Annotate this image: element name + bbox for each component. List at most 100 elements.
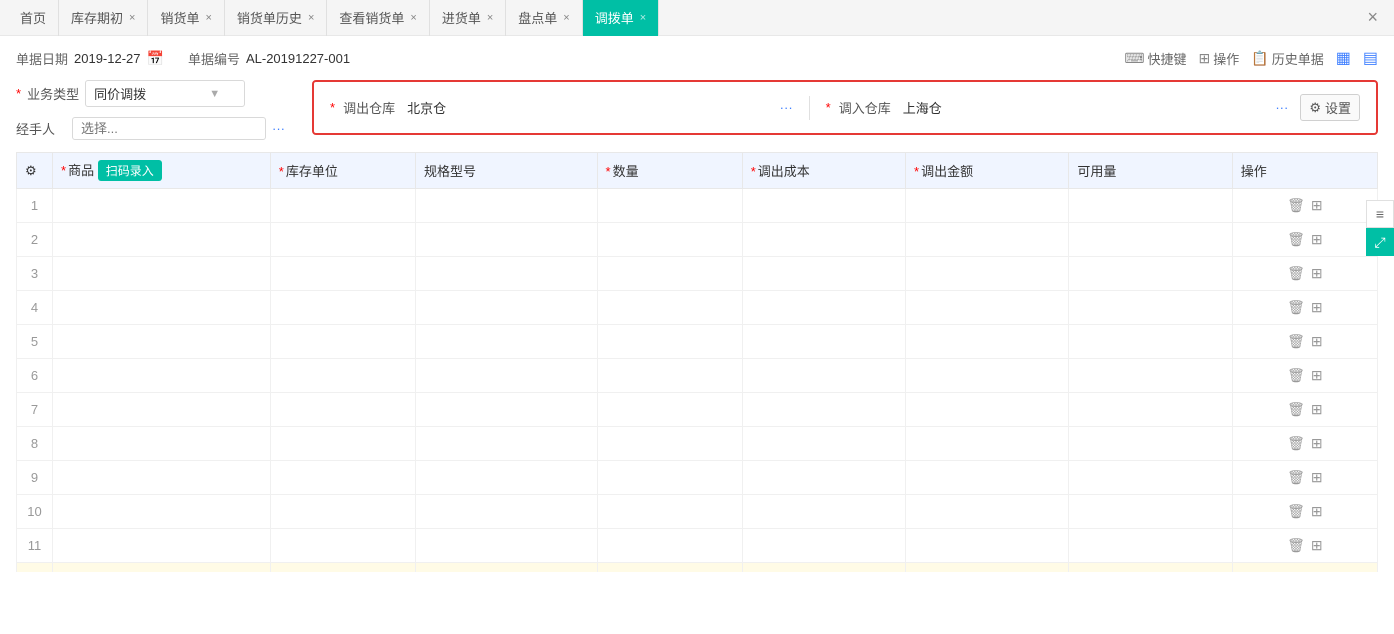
close-tab-transfer[interactable]: ×: [640, 12, 646, 24]
handler-input[interactable]: [72, 117, 266, 140]
action-cell: 🗑⊞: [1232, 461, 1377, 495]
delete-row-button[interactable]: 🗑: [1287, 231, 1305, 248]
amount-cell: [906, 223, 1069, 257]
delete-row-button[interactable]: 🗑: [1287, 537, 1305, 554]
action-cell: 🗑⊞: [1232, 359, 1377, 393]
qty-cell[interactable]: [597, 461, 742, 495]
close-tab-sales-history[interactable]: ×: [308, 12, 314, 24]
copy-row-button[interactable]: ⊞: [1311, 197, 1323, 214]
cost-cell: [742, 257, 905, 291]
footer-cost: 0.00: [742, 563, 905, 573]
table-row: 11🗑⊞: [17, 529, 1378, 563]
tab-transfer[interactable]: 调拨单 ×: [583, 0, 659, 36]
product-cell[interactable]: [53, 325, 271, 359]
scan-button[interactable]: 扫码录入: [98, 160, 162, 181]
copy-row-button[interactable]: ⊞: [1311, 231, 1323, 248]
operations-button[interactable]: ⊞ 操作: [1199, 49, 1240, 68]
grid-view-icon2[interactable]: ▤: [1363, 48, 1378, 68]
product-cell[interactable]: [53, 359, 271, 393]
spec-cell: [416, 529, 598, 563]
close-all-tabs-button[interactable]: ×: [1359, 7, 1386, 28]
row-number: 1: [17, 189, 53, 223]
qty-cell[interactable]: [597, 529, 742, 563]
delete-row-button[interactable]: 🗑: [1287, 333, 1305, 350]
product-cell[interactable]: [53, 427, 271, 461]
tab-purchase[interactable]: 进货单 ×: [430, 0, 506, 36]
calendar-icon[interactable]: 📅: [147, 50, 164, 67]
tab-stock-init[interactable]: 库存期初 ×: [59, 0, 148, 36]
handler-ellipsis-button[interactable]: ···: [272, 121, 285, 136]
handler-field: 经手人 ···: [16, 117, 296, 140]
copy-row-button[interactable]: ⊞: [1311, 367, 1323, 384]
tab-home[interactable]: 首页: [8, 0, 59, 36]
delete-row-button[interactable]: 🗑: [1287, 265, 1305, 282]
qty-cell[interactable]: [597, 393, 742, 427]
qty-cell[interactable]: [597, 495, 742, 529]
qty-cell[interactable]: [597, 427, 742, 461]
transfer-out-ellipsis-button[interactable]: ···: [780, 100, 793, 115]
product-cell[interactable]: [53, 223, 271, 257]
sidebar-list-button[interactable]: ≡: [1366, 200, 1394, 228]
tab-view-sales[interactable]: 查看销货单 ×: [327, 0, 429, 36]
history-icon: 📋: [1251, 50, 1268, 67]
product-cell[interactable]: [53, 461, 271, 495]
tab-sales-history[interactable]: 销货单历史 ×: [225, 0, 327, 36]
copy-row-button[interactable]: ⊞: [1311, 503, 1323, 520]
close-tab-view-sales[interactable]: ×: [410, 12, 416, 24]
copy-row-button[interactable]: ⊞: [1311, 537, 1323, 554]
copy-row-button[interactable]: ⊞: [1311, 299, 1323, 316]
history-button[interactable]: 📋 历史单据: [1251, 49, 1323, 68]
delete-row-button[interactable]: 🗑: [1287, 299, 1305, 316]
th-gear[interactable]: ⚙: [17, 153, 53, 189]
copy-row-button[interactable]: ⊞: [1311, 469, 1323, 486]
qty-cell[interactable]: [597, 257, 742, 291]
available-cell: [1069, 291, 1232, 325]
qty-cell[interactable]: [597, 325, 742, 359]
delete-row-button[interactable]: 🗑: [1287, 197, 1305, 214]
table-wrapper: ⚙ *商品 扫码录入 *库存单位 规格型号 *数量: [16, 152, 1378, 572]
product-cell[interactable]: [53, 257, 271, 291]
available-cell: [1069, 393, 1232, 427]
tab-inventory[interactable]: 盘点单 ×: [506, 0, 582, 36]
product-cell[interactable]: [53, 291, 271, 325]
qty-cell[interactable]: [597, 189, 742, 223]
close-tab-purchase[interactable]: ×: [487, 12, 493, 24]
amount-cell: [906, 291, 1069, 325]
form-left: * 业务类型 同价调拨 ▼ 经手人 ···: [16, 80, 296, 140]
settings-button[interactable]: ⚙ 设置: [1300, 94, 1360, 121]
action-cell: 🗑⊞: [1232, 257, 1377, 291]
business-type-select[interactable]: 同价调拨 ▼: [85, 80, 245, 107]
th-unit: *库存单位: [270, 153, 415, 189]
warehouse-divider: [809, 96, 810, 120]
spec-cell: [416, 495, 598, 529]
shortcut-button[interactable]: ⌨ 快捷键: [1124, 49, 1186, 68]
product-cell[interactable]: [53, 189, 271, 223]
delete-row-button[interactable]: 🗑: [1287, 503, 1305, 520]
close-tab-inventory[interactable]: ×: [563, 12, 569, 24]
tab-sales-order[interactable]: 销货单 ×: [148, 0, 224, 36]
table-row: 3🗑⊞: [17, 257, 1378, 291]
transfer-out-section: * 调出仓库 北京仓 ···: [330, 98, 793, 117]
grid-view-icon1[interactable]: ▦: [1336, 48, 1351, 68]
footer-amount: 0.00: [906, 563, 1069, 573]
row-number: 7: [17, 393, 53, 427]
delete-row-button[interactable]: 🗑: [1287, 401, 1305, 418]
delete-row-button[interactable]: 🗑: [1287, 469, 1305, 486]
copy-row-button[interactable]: ⊞: [1311, 435, 1323, 452]
copy-row-button[interactable]: ⊞: [1311, 333, 1323, 350]
product-cell[interactable]: [53, 529, 271, 563]
close-tab-stock-init[interactable]: ×: [129, 12, 135, 24]
copy-row-button[interactable]: ⊞: [1311, 401, 1323, 418]
qty-cell[interactable]: [597, 291, 742, 325]
product-cell[interactable]: [53, 393, 271, 427]
delete-row-button[interactable]: 🗑: [1287, 367, 1305, 384]
sidebar-expand-button[interactable]: ⤢: [1366, 228, 1394, 256]
close-tab-sales-order[interactable]: ×: [205, 12, 211, 24]
transfer-in-ellipsis-button[interactable]: ···: [1275, 100, 1288, 115]
copy-row-button[interactable]: ⊞: [1311, 265, 1323, 282]
qty-cell[interactable]: [597, 359, 742, 393]
th-cost: *调出成本: [742, 153, 905, 189]
delete-row-button[interactable]: 🗑: [1287, 435, 1305, 452]
qty-cell[interactable]: [597, 223, 742, 257]
product-cell[interactable]: [53, 495, 271, 529]
